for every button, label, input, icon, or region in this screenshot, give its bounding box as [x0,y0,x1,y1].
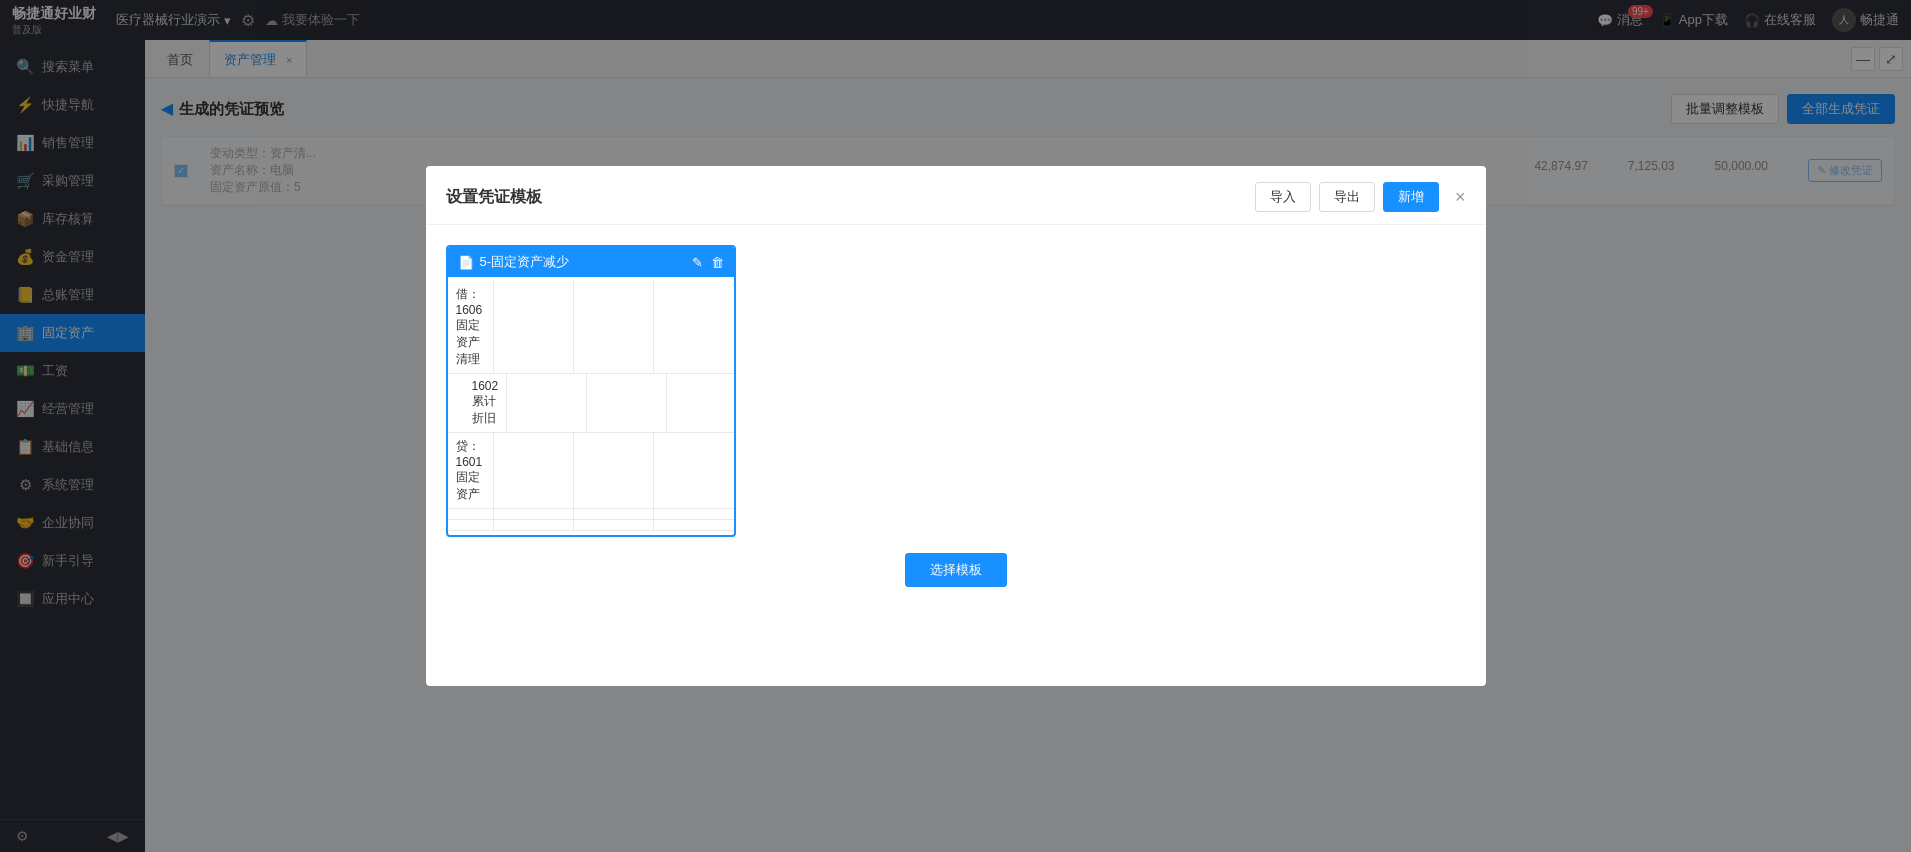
debit-amount-2 [507,374,587,432]
credit-amount-credit-1 [574,433,654,508]
template-row-debit-1: 借：1606 固定资产清理 [448,281,734,374]
template-row-credit-1: 贷：1601 固定资产 [448,433,734,509]
remark-empty-2 [654,520,734,530]
export-button[interactable]: 导出 [1319,182,1375,212]
modal-header-actions: 导入 导出 新增 × [1255,182,1466,212]
template-card: 📄 5-固定资产减少 ✎ 🗑 借：1606 固定资产清理 [446,245,736,537]
credit-empty-1 [574,509,654,519]
delete-template-icon[interactable]: 🗑 [711,255,724,270]
template-row-debit-2: 1602 累计折旧 [448,374,734,433]
account-debit-2: 1602 累计折旧 [448,374,508,432]
debit-amount-1 [494,281,574,373]
debit-empty-2 [494,520,574,530]
template-row-empty-2 [448,520,734,531]
account-debit-1: 借：1606 固定资产清理 [448,281,494,373]
credit-empty-2 [574,520,654,530]
import-button[interactable]: 导入 [1255,182,1311,212]
select-template-button[interactable]: 选择模板 [905,553,1007,587]
template-card-body: 借：1606 固定资产清理 1602 累计折旧 贷：1601 固 [448,277,734,535]
template-doc-icon: 📄 [458,255,474,270]
debit-amount-credit-1 [494,433,574,508]
edit-template-icon[interactable]: ✎ [692,255,703,270]
remark-credit-1 [654,433,734,508]
remark-2 [667,374,735,432]
account-credit-1: 贷：1601 固定资产 [448,433,494,508]
voucher-template-modal: 设置凭证模板 导入 导出 新增 × 📄 5-固定资产减少 ✎ 🗑 [426,166,1486,686]
modal-overlay: 设置凭证模板 导入 导出 新增 × 📄 5-固定资产减少 ✎ 🗑 [0,0,1911,852]
template-name: 5-固定资产减少 [480,253,570,271]
modal-close-button[interactable]: × [1455,187,1466,208]
select-template-area: 选择模板 [446,553,1466,587]
template-card-actions: ✎ 🗑 [692,255,724,270]
account-empty-1 [448,509,494,519]
credit-amount-2 [587,374,667,432]
credit-amount-1 [574,281,654,373]
remark-empty-1 [654,509,734,519]
template-row-empty-1 [448,509,734,520]
modal-title: 设置凭证模板 [446,187,542,208]
account-empty-2 [448,520,494,530]
remark-1 [654,281,734,373]
template-card-title-area: 📄 5-固定资产减少 [458,253,570,271]
template-card-header: 📄 5-固定资产减少 ✎ 🗑 [448,247,734,277]
debit-empty-1 [494,509,574,519]
modal-body: 📄 5-固定资产减少 ✎ 🗑 借：1606 固定资产清理 [426,225,1486,686]
modal-header: 设置凭证模板 导入 导出 新增 × [426,166,1486,225]
new-template-button[interactable]: 新增 [1383,182,1439,212]
